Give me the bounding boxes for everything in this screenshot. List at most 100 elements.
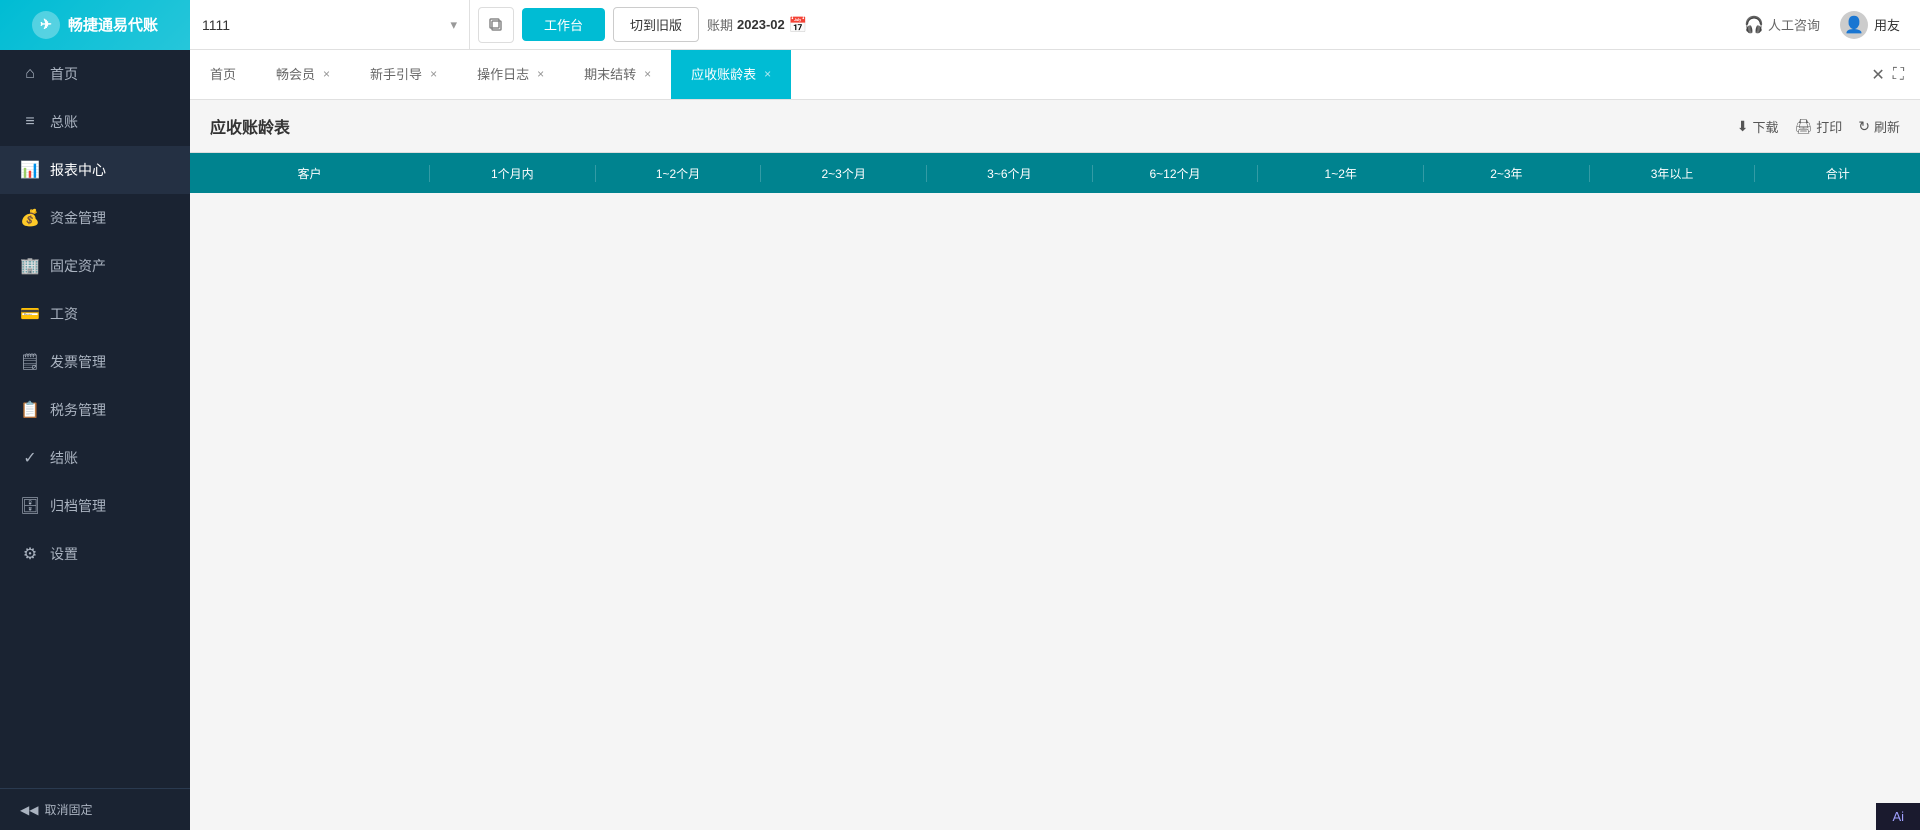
tab-label-period_end: 期末结转 — [584, 64, 636, 83]
refresh-button[interactable]: ↻ 刷新 — [1858, 117, 1900, 136]
calendar-icon[interactable]: 📅 — [789, 16, 808, 34]
table-header-5: 6~12个月 — [1093, 165, 1259, 182]
tab-close-aging[interactable]: × — [764, 67, 771, 81]
switch-old-button[interactable]: 切到旧版 — [613, 7, 699, 42]
top-bar: ✈ 畅捷通易代账 1111 ▾ 工作台 切到旧版 账期 2023-02 📅 🎧 … — [0, 0, 1920, 50]
sidebar-item-tax[interactable]: 📋 税务管理 — [0, 386, 190, 434]
home-icon: ⌂ — [20, 64, 40, 84]
close-tab-button[interactable]: ✕ — [1867, 61, 1888, 89]
app-title: 畅捷通易代账 — [68, 14, 158, 35]
user-area[interactable]: 👤 用友 — [1840, 11, 1900, 39]
page-header: 应收账龄表 ⬇ 下载 🖨 打印 ↻ 刷新 — [190, 100, 1920, 153]
copy-icon — [488, 17, 504, 33]
tab-actions: ✕ ⛶ — [1867, 61, 1920, 89]
header-actions: ⬇ 下载 🖨 打印 ↻ 刷新 — [1737, 117, 1900, 136]
table-header-0: 客户 — [190, 165, 430, 182]
tab-label-home: 首页 — [210, 64, 236, 83]
sidebar-item-archive[interactable]: 🗄 归档管理 — [0, 482, 190, 530]
sidebar: ⌂ 首页 ≡ 总账 📊 报表中心 💰 资金管理 🏢 固定资产 💳 工资 🗒 发票… — [0, 50, 190, 830]
table-header-8: 3年以上 — [1590, 165, 1756, 182]
print-icon: 🖨 — [1794, 118, 1812, 135]
sidebar-label-home: 首页 — [50, 64, 78, 84]
sidebar-item-reports[interactable]: 📊 报表中心 — [0, 146, 190, 194]
tab-close-period_end[interactable]: × — [644, 67, 651, 81]
table-header-6: 1~2年 — [1258, 165, 1424, 182]
sidebar-item-funds[interactable]: 💰 资金管理 — [0, 194, 190, 242]
tab-oplog[interactable]: 操作日志 × — [457, 50, 564, 99]
collapse-button[interactable]: ◀◀ 取消固定 — [0, 788, 190, 830]
sidebar-item-salary[interactable]: 💳 工资 — [0, 290, 190, 338]
sidebar-item-assets[interactable]: 🏢 固定资产 — [0, 242, 190, 290]
logo-icon: ✈ — [32, 11, 60, 39]
sidebar-item-home[interactable]: ⌂ 首页 — [0, 50, 190, 98]
bottom-table-header: 客户1个月内1~2个月2~3个月3~6个月6~12个月1~2年2~3年3年以上合… — [190, 153, 1920, 193]
company-selector[interactable]: 1111 ▾ — [190, 0, 470, 49]
sidebar-label-salary: 工资 — [50, 304, 78, 324]
maximize-tab-button[interactable]: ⛶ — [1889, 62, 1908, 88]
content-area: 首页 畅会员× 新手引导 × 操作日志 × 期末结转 × 应收账龄表 × ✕ ⛶ 应收账龄表 ⬇ … — [190, 50, 1920, 830]
user-name: 用友 — [1874, 15, 1900, 34]
copy-button[interactable] — [478, 7, 514, 43]
tab-member[interactable]: 畅会员× — [256, 50, 350, 99]
top-right: 🎧 人工咨询 👤 用友 — [1744, 11, 1920, 39]
sidebar-label-settings: 设置 — [50, 544, 78, 564]
tab-close-member[interactable]: × — [323, 67, 330, 81]
company-name: 1111 — [202, 17, 442, 33]
ai-badge[interactable]: Ai — [1876, 803, 1920, 830]
tab-home[interactable]: 首页 — [190, 50, 256, 99]
sidebar-item-settings[interactable]: ⚙ 设置 — [0, 530, 190, 578]
tab-guide[interactable]: 新手引导 × — [350, 50, 457, 99]
logo-area: ✈ 畅捷通易代账 — [0, 0, 190, 50]
sidebar-item-accounting[interactable]: ✓ 结账 — [0, 434, 190, 482]
table-header-7: 2~3年 — [1424, 165, 1590, 182]
table-header-2: 1~2个月 — [596, 165, 762, 182]
salary-icon: 💳 — [20, 304, 40, 324]
tab-label-aging: 应收账龄表 — [691, 64, 756, 83]
sidebar-label-tax: 税务管理 — [50, 400, 106, 420]
period-value: 2023-02 — [737, 17, 785, 32]
table-header-9: 合计 — [1755, 165, 1920, 182]
refresh-icon: ↻ — [1858, 118, 1870, 135]
consult-button[interactable]: 🎧 人工咨询 — [1744, 15, 1820, 35]
archive-icon: 🗄 — [20, 496, 40, 516]
company-dropdown-arrow[interactable]: ▾ — [450, 17, 457, 33]
tab-label-guide: 新手引导 — [370, 64, 422, 83]
page-title: 应收账龄表 — [210, 114, 290, 138]
headset-icon: 🎧 — [1744, 15, 1764, 35]
funds-icon: 💰 — [20, 208, 40, 228]
download-icon: ⬇ — [1737, 118, 1749, 135]
sidebar-label-invoice: 发票管理 — [50, 352, 106, 372]
assets-icon: 🏢 — [20, 256, 40, 276]
main-layout: ⌂ 首页 ≡ 总账 📊 报表中心 💰 资金管理 🏢 固定资产 💳 工资 🗒 发票… — [0, 50, 1920, 830]
table-header-4: 3~6个月 — [927, 165, 1093, 182]
tab-close-guide[interactable]: × — [430, 67, 437, 81]
invoice-icon: 🗒 — [20, 352, 40, 372]
download-button[interactable]: ⬇ 下载 — [1737, 117, 1779, 136]
avatar: 👤 — [1840, 11, 1868, 39]
tab-label-oplog: 操作日志 — [477, 64, 529, 83]
table-header-3: 2~3个月 — [761, 165, 927, 182]
workbench-button[interactable]: 工作台 — [522, 8, 605, 41]
sidebar-label-reports: 报表中心 — [50, 160, 106, 180]
settings-icon: ⚙ — [20, 544, 40, 564]
ai-label: Ai — [1892, 809, 1904, 824]
sidebar-item-invoice[interactable]: 🗒 发票管理 — [0, 338, 190, 386]
sidebar-label-assets: 固定资产 — [50, 256, 106, 276]
tabs-bar: 首页 畅会员× 新手引导 × 操作日志 × 期末结转 × 应收账龄表 × ✕ ⛶ — [190, 50, 1920, 100]
accounting-icon: ✓ — [20, 448, 40, 468]
reports-icon: 📊 — [20, 160, 40, 180]
table-header-1: 1个月内 — [430, 165, 596, 182]
collapse-label: 取消固定 — [44, 801, 92, 818]
tab-close-oplog[interactable]: × — [537, 67, 544, 81]
sidebar-label-funds: 资金管理 — [50, 208, 106, 228]
tax-icon: 📋 — [20, 400, 40, 420]
sidebar-item-ledger[interactable]: ≡ 总账 — [0, 98, 190, 146]
period-label: 账期 — [707, 15, 733, 34]
sidebar-label-archive: 归档管理 — [50, 496, 106, 516]
tab-aging[interactable]: 应收账龄表 × — [671, 50, 791, 99]
sidebar-label-ledger: 总账 — [50, 112, 78, 132]
tab-period_end[interactable]: 期末结转 × — [564, 50, 671, 99]
print-button[interactable]: 🖨 打印 — [1794, 117, 1842, 136]
ledger-icon: ≡ — [20, 112, 40, 132]
page-content: 应收账龄表 ⬇ 下载 🖨 打印 ↻ 刷新 — [190, 100, 1920, 830]
